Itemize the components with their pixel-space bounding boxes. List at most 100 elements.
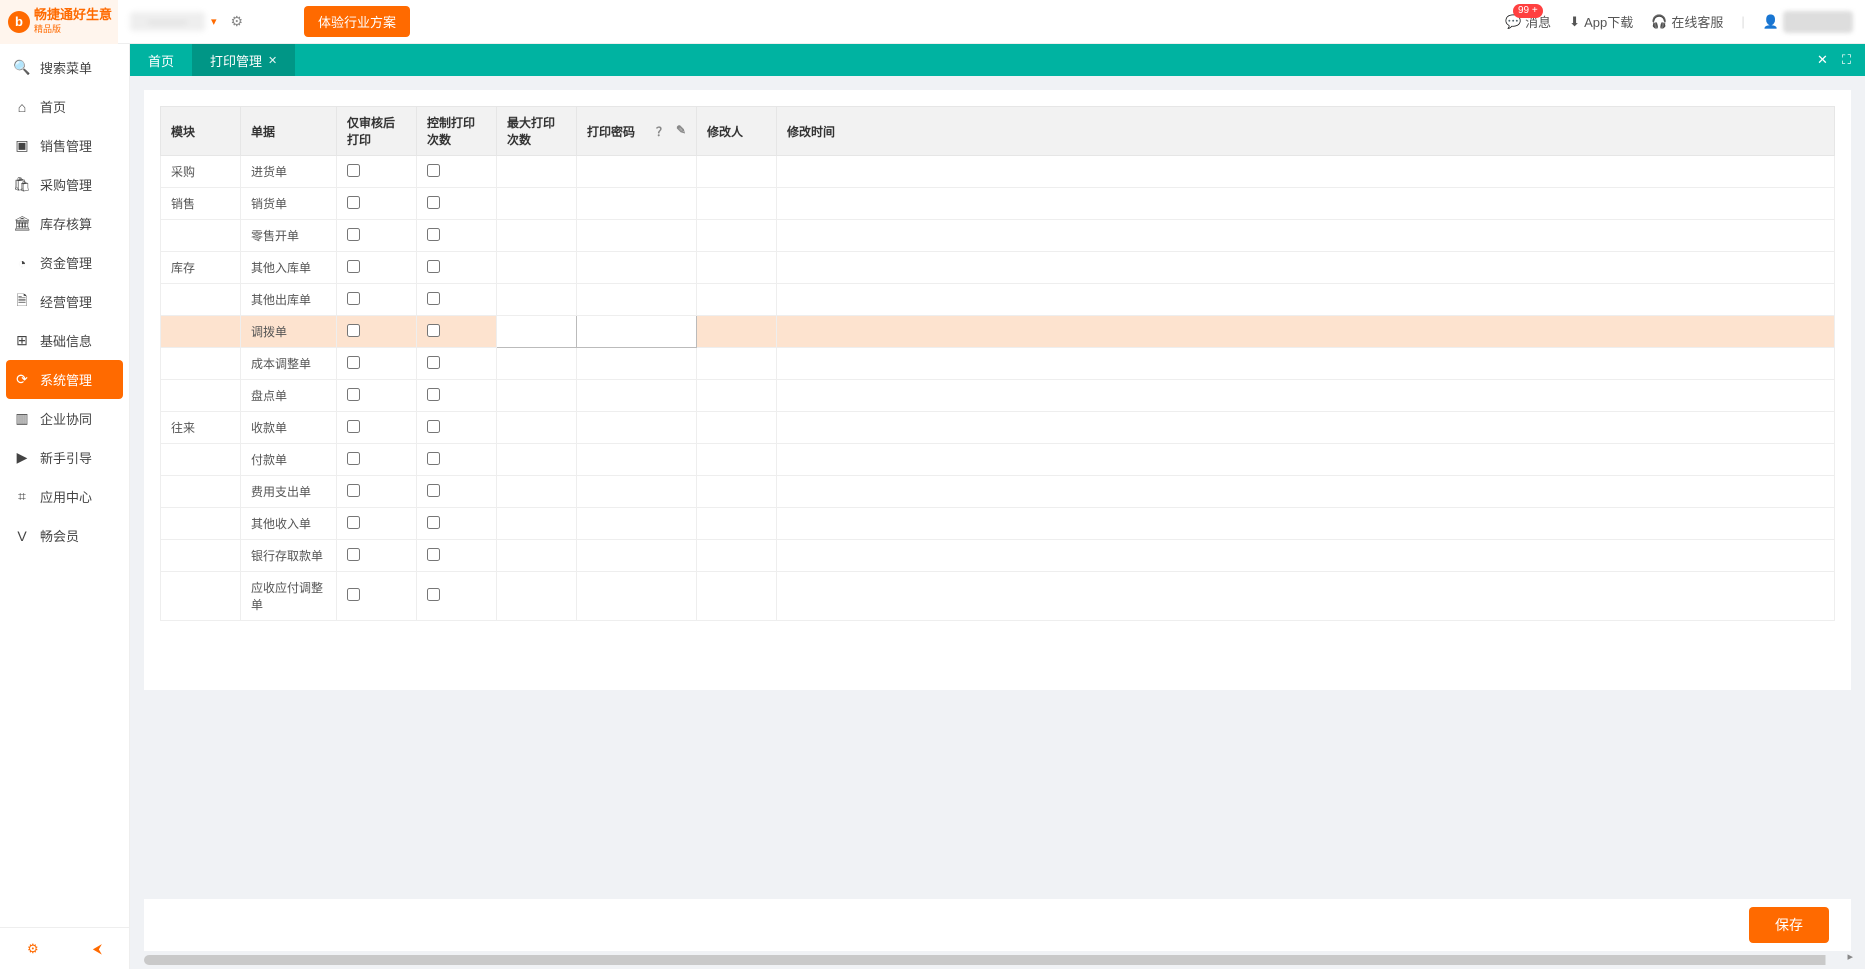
th-password: 打印密码 ？ ✎ [577, 107, 697, 156]
cell-doc: 付款单 [241, 444, 337, 476]
table-row[interactable]: 零售开单 [161, 220, 1835, 252]
th-doc: 单据 [241, 107, 337, 156]
sidebar-item-search-menu[interactable]: 🔍搜索菜单 [0, 48, 129, 87]
audited-checkbox[interactable] [347, 324, 360, 337]
audited-checkbox[interactable] [347, 388, 360, 401]
cell-password [577, 284, 697, 316]
table-row[interactable]: 往来收款单 [161, 412, 1835, 444]
audited-checkbox[interactable] [347, 484, 360, 497]
audited-checkbox[interactable] [347, 548, 360, 561]
table-row[interactable]: 银行存取款单 [161, 540, 1835, 572]
audited-checkbox[interactable] [347, 420, 360, 433]
cell-module [161, 444, 241, 476]
messages-badge: 99 + [1513, 4, 1543, 18]
cell-module [161, 380, 241, 412]
table-row[interactable]: 销售销货单 [161, 188, 1835, 220]
edit-column-icon[interactable]: ✎ [676, 123, 686, 140]
cell-audited [337, 284, 417, 316]
table-row[interactable]: 成本调整单 [161, 348, 1835, 380]
cell-modtime [777, 540, 1835, 572]
close-all-tabs-icon[interactable]: ✕ [1817, 52, 1828, 68]
funds-icon: ◔ [14, 255, 30, 271]
table-row[interactable]: 付款单 [161, 444, 1835, 476]
audited-checkbox[interactable] [347, 196, 360, 209]
sidebar-item-vip[interactable]: V畅会员 [0, 516, 129, 555]
limit-checkbox[interactable] [427, 388, 440, 401]
limit-checkbox[interactable] [427, 356, 440, 369]
sidebar-item-enterprise[interactable]: ▥企业协同 [0, 399, 129, 438]
basic-info-icon: ⊞ [14, 333, 30, 349]
audited-checkbox[interactable] [347, 260, 360, 273]
limit-checkbox[interactable] [427, 260, 440, 273]
limit-checkbox[interactable] [427, 292, 440, 305]
sidebar-item-label: 资金管理 [40, 253, 92, 272]
cell-password [577, 412, 697, 444]
limit-checkbox[interactable] [427, 164, 440, 177]
table-row[interactable]: 盘点单 [161, 380, 1835, 412]
cell-password[interactable] [577, 316, 697, 348]
sidebar-item-funds[interactable]: ◔ 资金管理 [0, 243, 129, 282]
sidebar-item-purchase[interactable]: 🛍采购管理 [0, 165, 129, 204]
limit-checkbox[interactable] [427, 548, 440, 561]
collapse-sidebar-icon[interactable]: ⮜ [93, 941, 102, 957]
limit-checkbox[interactable] [427, 196, 440, 209]
limit-checkbox[interactable] [427, 420, 440, 433]
limit-checkbox[interactable] [427, 324, 440, 337]
org-selector[interactable]: ——— ▾ ⚙ [130, 12, 290, 31]
help-icon[interactable]: ？ [656, 123, 668, 140]
cell-audited [337, 540, 417, 572]
audited-checkbox[interactable] [347, 452, 360, 465]
sidebar-item-apps[interactable]: ⌗应用中心 [0, 477, 129, 516]
cell-modtime [777, 476, 1835, 508]
sidebar-item-inventory[interactable]: 🏛库存核算 [0, 204, 129, 243]
limit-checkbox[interactable] [427, 228, 440, 241]
th-max: 最大打印次数 [497, 107, 577, 156]
table-row[interactable]: 库存其他入库单 [161, 252, 1835, 284]
cell-max [497, 444, 577, 476]
audited-checkbox[interactable] [347, 588, 360, 601]
audited-checkbox[interactable] [347, 356, 360, 369]
table-row[interactable]: 其他收入单 [161, 508, 1835, 540]
sidebar-item-home[interactable]: ⌂首页 [0, 87, 129, 126]
limit-checkbox[interactable] [427, 484, 440, 497]
sidebar-item-sales[interactable]: ▣销售管理 [0, 126, 129, 165]
search-menu-icon: 🔍 [14, 60, 30, 76]
sidebar-item-basic-info[interactable]: ⊞基础信息 [0, 321, 129, 360]
tab-print[interactable]: 打印管理✕ [192, 44, 295, 76]
sidebar-item-operations[interactable]: 🗎经营管理 [0, 282, 129, 321]
table-row[interactable]: 其他出库单 [161, 284, 1835, 316]
audited-checkbox[interactable] [347, 516, 360, 529]
app-download-button[interactable]: ⬇ App下载 [1569, 12, 1633, 31]
table-row[interactable]: 采购进货单 [161, 156, 1835, 188]
audited-checkbox[interactable] [347, 292, 360, 305]
limit-checkbox[interactable] [427, 452, 440, 465]
cell-max[interactable] [497, 316, 577, 348]
cell-modtime [777, 316, 1835, 348]
cell-modifier [697, 412, 777, 444]
table-row[interactable]: 应收应付调整单 [161, 572, 1835, 621]
audited-checkbox[interactable] [347, 228, 360, 241]
settings-gear-icon[interactable]: ⚙ [27, 941, 39, 957]
industry-plan-button[interactable]: 体验行业方案 [304, 6, 410, 37]
sidebar-item-system[interactable]: ⟳系统管理 [6, 360, 123, 399]
fullscreen-icon[interactable]: ⛶ [1842, 52, 1851, 68]
home-icon: ⌂ [14, 99, 30, 115]
limit-checkbox[interactable] [427, 588, 440, 601]
brand-logo-icon: b [8, 11, 30, 33]
table-row[interactable]: 调拨单 [161, 316, 1835, 348]
close-tab-icon[interactable]: ✕ [268, 54, 277, 67]
limit-checkbox[interactable] [427, 516, 440, 529]
sidebar-item-guide[interactable]: ▶新手引导 [0, 438, 129, 477]
audited-checkbox[interactable] [347, 164, 360, 177]
table-row[interactable]: 费用支出单 [161, 476, 1835, 508]
sidebar-item-label: 销售管理 [40, 136, 92, 155]
sidebar-item-label: 库存核算 [40, 214, 92, 233]
tab-home[interactable]: 首页 [130, 44, 192, 76]
gear-icon[interactable]: ⚙ [231, 13, 244, 30]
horizontal-scrollbar[interactable] [144, 955, 1851, 965]
messages-button[interactable]: 💬 消息 99 + [1505, 12, 1551, 31]
save-button[interactable]: 保存 [1749, 907, 1829, 943]
user-avatar[interactable]: 👤 [1763, 11, 1853, 33]
online-support-button[interactable]: 🎧 在线客服 [1651, 12, 1723, 31]
cell-modifier [697, 444, 777, 476]
